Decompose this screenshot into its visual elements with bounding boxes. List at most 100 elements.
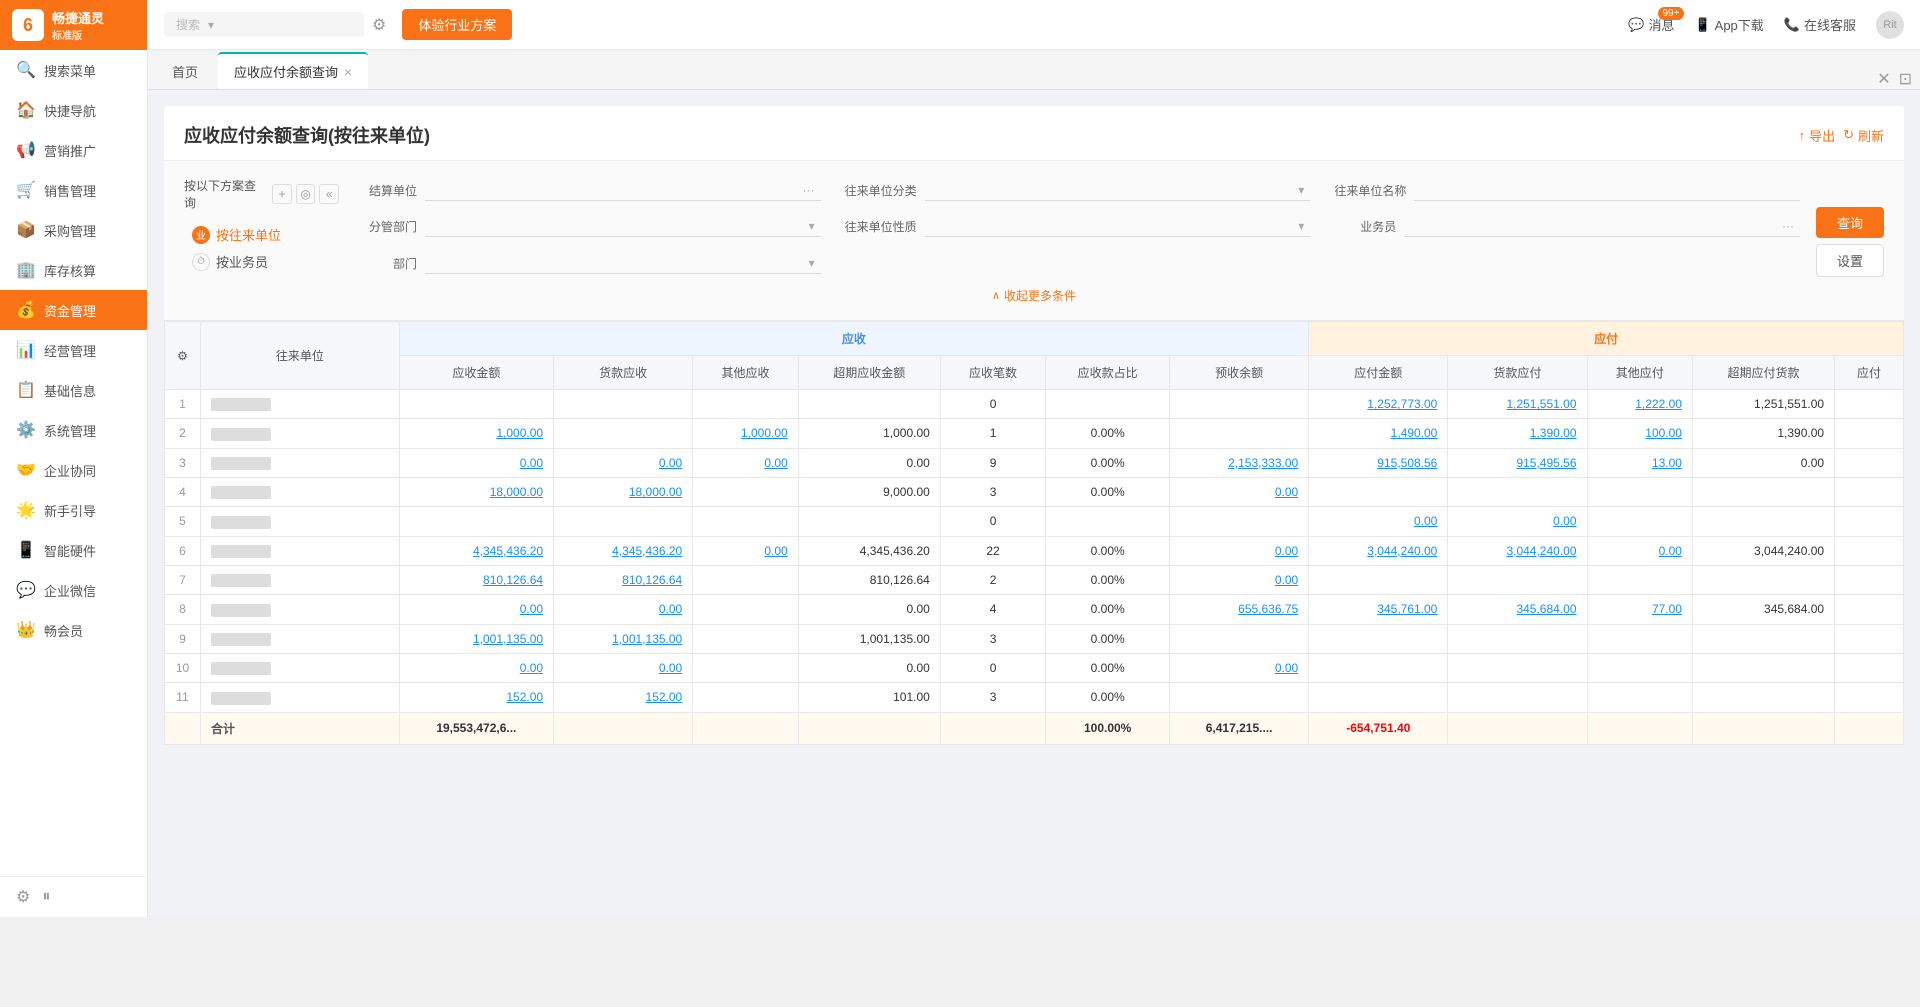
row-overdue-recv (798, 507, 940, 536)
tab-close-icon[interactable]: × (344, 64, 352, 80)
row-other-pay (1587, 565, 1692, 594)
sidebar-item-inventory[interactable]: 🏢库存核算 (0, 250, 147, 290)
sub-dept-arrow-icon[interactable]: ▾ (809, 256, 815, 270)
export-button[interactable]: ↑ 导出 (1799, 126, 1836, 145)
sidebar-item-search-menu[interactable]: 🔍搜索菜单 (0, 50, 147, 90)
row-loan-recv: 4,345,436.20 (554, 536, 693, 565)
collapse-scheme-icon[interactable]: « (319, 184, 339, 204)
row-pay2 (1835, 595, 1904, 624)
refresh-icon: ↻ (1843, 127, 1854, 143)
salesperson-dots-icon[interactable]: ··· (1782, 219, 1794, 233)
row-other-recv (693, 683, 798, 712)
row-other-recv (693, 595, 798, 624)
notification-item[interactable]: 💬 消息 99+ (1628, 15, 1674, 34)
row-receivable: 0.00 (399, 448, 553, 477)
col-other-recv: 其他应收 (693, 356, 798, 390)
row-other-recv (693, 565, 798, 594)
sidebar-item-quick-nav[interactable]: 🏠快捷导航 (0, 90, 147, 130)
table-row: 4 18,000.00 18,000.00 9,000.00 3 0.00% 0… (165, 477, 1904, 506)
user-avatar[interactable]: Rit (1876, 11, 1904, 39)
sidebar-item-purchase[interactable]: 📦采购管理 (0, 210, 147, 250)
collapse-footer-icon[interactable]: ⏸ (42, 888, 50, 906)
tab-maximize-icon[interactable]: ⊡ (1899, 69, 1912, 89)
filter-by-salesperson[interactable]: ⏱ 按业务员 (184, 248, 339, 275)
row-overdue-pay: 345,684.00 (1692, 595, 1834, 624)
customer-service-item[interactable]: 📞 在线客服 (1784, 15, 1856, 34)
row-payable (1309, 653, 1448, 682)
salesperson-input[interactable] (1410, 219, 1782, 233)
query-button[interactable]: 查询 (1816, 207, 1884, 238)
settings-footer-icon[interactable]: ⚙ (16, 887, 30, 907)
data-table-container: ⚙ 往来单位 应收 应付 应收金额 货款应收 其他应收 超期应收金额 应收笔数 … (164, 321, 1904, 745)
field-sub-dept: 部门 ▾ (355, 250, 821, 277)
filter-by-customer[interactable]: 业 按往来单位 (184, 221, 339, 248)
row-pay2 (1835, 683, 1904, 712)
main-content: 应收应付余额查询(按往来单位) ↑ 导出 ↻ 刷新 按以下方案查询 (148, 90, 1920, 917)
row-other-recv (693, 624, 798, 653)
row-customer (201, 390, 400, 419)
nature-arrow-icon[interactable]: ▾ (1298, 219, 1304, 233)
row-receivable: 1,001,135.00 (399, 624, 553, 653)
row-other-pay: 100.00 (1587, 419, 1692, 448)
refresh-button[interactable]: ↻ 刷新 (1843, 126, 1884, 145)
page-actions: ↑ 导出 ↻ 刷新 (1799, 126, 1884, 145)
more-conditions[interactable]: ∧ 收起更多条件 (184, 287, 1884, 304)
row-no: 4 (165, 477, 201, 506)
sidebar-item-enterprise-collab[interactable]: 🤝企业协同 (0, 450, 147, 490)
tab-home[interactable]: 首页 (156, 54, 214, 89)
footer-loan-recv (554, 712, 693, 744)
row-recv-count: 3 (940, 624, 1045, 653)
col-recv-amount: 应收金额 (399, 356, 553, 390)
sub-dept-input[interactable] (431, 256, 809, 270)
select-arrow-icon[interactable]: ▾ (1298, 183, 1304, 197)
sidebar-item-system[interactable]: ⚙️系统管理 (0, 410, 147, 450)
settlement-unit-input[interactable] (431, 183, 803, 197)
row-recv-ratio: 0.00% (1046, 477, 1170, 506)
gear-icon[interactable]: ⚙ (372, 15, 386, 35)
customer-nature-input[interactable] (931, 219, 1299, 233)
row-overdue-pay: 1,390.00 (1692, 419, 1834, 448)
col-settings-header[interactable]: ⚙ (165, 322, 201, 390)
row-prepaid: 0.00 (1170, 653, 1309, 682)
sidebar-item-sales[interactable]: 🛒销售管理 (0, 170, 147, 210)
search-label: 按以下方案查询 (184, 177, 266, 211)
sidebar-item-basic-info[interactable]: 📋基础信息 (0, 370, 147, 410)
data-table: ⚙ 往来单位 应收 应付 应收金额 货款应收 其他应收 超期应收金额 应收笔数 … (164, 321, 1904, 745)
sidebar-item-enterprise-wechat[interactable]: 💬企业微信 (0, 570, 147, 610)
row-other-pay: 77.00 (1587, 595, 1692, 624)
collab-icon: 🤝 (16, 460, 36, 480)
edit-scheme-icon[interactable]: ◎ (296, 184, 316, 204)
settings-button[interactable]: 设置 (1816, 244, 1884, 277)
tab-close-window-icon[interactable]: ✕ (1877, 69, 1890, 89)
app-download-item[interactable]: 📱 App下载 (1694, 15, 1763, 34)
col-customer-header: 往来单位 (201, 322, 400, 390)
table-row: 10 0.00 0.00 0.00 0 0.00% 0.00 (165, 653, 1904, 682)
search-panel: 按以下方案查询 + ◎ « 业 按往来单位 ⏱ 按业务员 (164, 161, 1904, 321)
customer-name-input[interactable] (1420, 183, 1794, 197)
customer-category-input[interactable] (931, 183, 1299, 197)
sidebar-item-operations[interactable]: 📊经营管理 (0, 330, 147, 370)
row-loan-pay (1448, 624, 1587, 653)
sidebar-item-guide[interactable]: 🌟新手引导 (0, 490, 147, 530)
table-settings-icon[interactable]: ⚙ (177, 349, 188, 363)
row-loan-pay: 345,684.00 (1448, 595, 1587, 624)
row-recv-ratio: 0.00% (1046, 448, 1170, 477)
dept-arrow-icon[interactable]: ▾ (809, 219, 815, 233)
row-other-recv (693, 507, 798, 536)
sidebar-item-member[interactable]: 👑畅会员 (0, 610, 147, 650)
sidebar-item-marketing[interactable]: 📢营销推广 (0, 130, 147, 170)
row-recv-count: 0 (940, 507, 1045, 536)
footer-pay2 (1835, 712, 1904, 744)
dots-icon[interactable]: ··· (803, 183, 815, 197)
row-overdue-pay: 3,044,240.00 (1692, 536, 1834, 565)
tab-receivable[interactable]: 应收应付余额查询 × (218, 52, 368, 89)
row-loan-recv: 0.00 (554, 653, 693, 682)
more-conditions-label: 收起更多条件 (1004, 287, 1076, 304)
header-breadcrumb[interactable]: 搜索 ▾ (164, 12, 364, 37)
row-overdue-pay (1692, 565, 1834, 594)
sidebar-item-smart-hardware[interactable]: 📱智能硬件 (0, 530, 147, 570)
sidebar-item-finance[interactable]: 💰资金管理 (0, 290, 147, 330)
trial-button[interactable]: 体验行业方案 (402, 9, 512, 40)
dept-input[interactable] (431, 219, 809, 233)
add-scheme-icon[interactable]: + (272, 184, 292, 204)
